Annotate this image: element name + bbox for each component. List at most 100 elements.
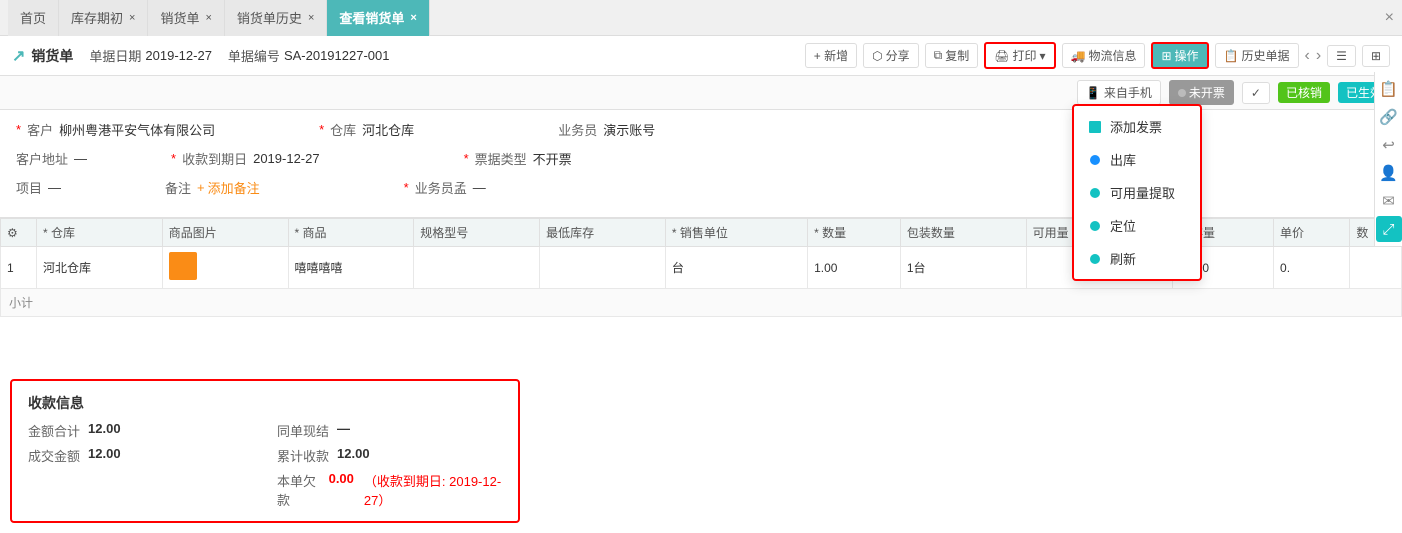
menu-available-extract-label: 可用量提取 [1110,183,1175,202]
tab-inventory-init[interactable]: 库存期初 × [59,0,148,36]
right-col: 同单现结 — 累计收款 12.00 本单欠款 0.00 （收款到期日: 2019… [277,421,502,509]
add-note-label: 添加备注 [208,178,260,197]
tab-home-label: 首页 [20,8,46,27]
transaction-row: 成交金额 12.00 [28,446,253,465]
notes-field: 备注 + 添加备注 [165,178,260,197]
form-date-label: 单据日期 [89,46,141,65]
not-open-dot [1178,89,1186,97]
sales-order-icon: ↗ [12,46,25,66]
address-field: 客户地址 — [16,149,87,168]
row-image [162,247,288,289]
menu-locate-label: 定位 [1110,216,1136,235]
menu-item-available-extract[interactable]: 可用量提取 [1074,176,1200,209]
tab-sales-close[interactable]: × [205,12,211,24]
tab-inventory-close[interactable]: × [129,12,135,24]
due-payment-note: （收款到期日: 2019-12-27） [364,471,502,509]
staff2-field: * 业务员孟 — [404,178,486,197]
tab-sales-order[interactable]: 销货单 × [148,0,224,36]
product-image [169,252,197,280]
subtotal-label: 小计 [1,289,1402,317]
customer-label: 客户 [27,120,53,139]
list-view-button[interactable]: ☰ [1327,45,1356,67]
due-date-value: 2019-12-27 [253,151,320,166]
content-area: ↗ 销货单 单据日期 2019-12-27 单据编号 SA-20191227-0… [0,36,1402,533]
print-button[interactable]: 🖨 打印 ▾ [984,42,1055,69]
due-payment-label: 本单欠款 [277,471,321,509]
print-dropdown-arrow: ▾ [1039,49,1045,63]
total-label: 金额合计 [28,421,80,440]
right-sidebar: 📋 🔗 ↩ 👤 ✉ ⤢ [1374,72,1402,246]
warehouse-label: 仓库 [330,120,356,139]
payment-title: 收款信息 [28,393,502,413]
total-value: 12.00 [88,421,121,440]
col-image: 商品图片 [162,219,288,247]
payment-info-box: 收款信息 金额合计 12.00 成交金额 12.00 同单现结 — [10,379,520,523]
from-phone-button[interactable]: 📱 来自手机 [1077,80,1161,105]
grid-view-button[interactable]: ⊞ [1362,45,1390,67]
history-button[interactable]: 📋 历史单据 [1215,43,1299,68]
sidebar-icon-expand[interactable]: ⤢ [1376,216,1402,242]
staff-value: 演示账号 [603,120,655,139]
form-title-area: ↗ 销货单 [12,46,73,66]
form-meta: 单据日期 2019-12-27 单据编号 SA-20191227-001 [89,46,389,65]
staff2-label: 业务员孟 [415,178,467,197]
row-pack-qty: 1台 [900,247,1026,289]
form-number-value: SA-20191227-001 [284,48,390,63]
menu-refresh-label: 刷新 [1110,249,1136,268]
warehouse-value: 河北仓库 [362,120,414,139]
add-invoice-icon [1088,120,1102,134]
ticket-field: * 票据类型 不开票 [464,149,572,168]
check1-button[interactable]: ✓ [1242,82,1270,104]
nav-next-icon[interactable]: › [1316,47,1321,65]
plus-icon: + [197,180,205,195]
tab-sales-label: 销货单 [160,8,199,27]
tab-home[interactable]: 首页 [8,0,59,36]
window-close-icon[interactable]: × [1385,9,1394,27]
form-number-field: 单据编号 SA-20191227-001 [228,46,390,65]
tab-view-label: 查看销货单 [339,8,404,27]
sidebar-icon-return[interactable]: ↩ [1376,132,1402,158]
copy-button[interactable]: ⧉ 复制 [925,43,979,68]
menu-item-refresh[interactable]: 刷新 [1074,242,1200,275]
row-spec [414,247,540,289]
same-order-row: 同单现结 — [277,421,502,440]
share-button[interactable]: ⬡ 分享 [863,43,919,68]
menu-item-out-warehouse[interactable]: 出库 [1074,143,1200,176]
sidebar-icon-mail[interactable]: ✉ [1376,188,1402,214]
menu-item-locate[interactable]: 定位 [1074,209,1200,242]
sidebar-icon-link[interactable]: 🔗 [1376,104,1402,130]
cumulative-row: 累计收款 12.00 [277,446,502,465]
due-date-field: * 收款到期日 2019-12-27 [171,149,320,168]
project-value: — [48,180,61,195]
operation-button[interactable]: ⊞ 操作 [1151,42,1208,69]
same-order-label: 同单现结 [277,421,329,440]
nav-prev-icon[interactable]: ‹ [1305,47,1310,65]
col-spec: 规格型号 [414,219,540,247]
share-icon: ⬡ [872,49,882,63]
not-open-button[interactable]: 未开票 [1169,80,1234,105]
row-min-stock [540,247,666,289]
staff-field: 业务员 演示账号 [558,120,655,139]
total-amount-row: 金额合计 12.00 [28,421,253,440]
form-date-value: 2019-12-27 [145,48,212,63]
sidebar-icon-user[interactable]: 👤 [1376,160,1402,186]
col-unit-price: 单价 [1274,219,1350,247]
tab-sales-history[interactable]: 销货单历史 × [225,0,327,36]
col-settings[interactable]: ⚙ [1,219,37,247]
row-amount [1350,247,1402,289]
history-icon: 📋 [1224,49,1239,63]
add-note-button[interactable]: + 添加备注 [197,178,260,197]
tab-view-sales[interactable]: 查看销货单 × [327,0,429,36]
transaction-label: 成交金额 [28,446,80,465]
tab-history-close[interactable]: × [308,12,314,24]
tab-view-close[interactable]: × [410,12,416,24]
new-button[interactable]: + 新增 [805,43,857,68]
total-row: 金额合计 12.00 成交金额 12.00 [28,421,253,509]
menu-out-warehouse-label: 出库 [1110,150,1136,169]
logistics-button[interactable]: 🚚 物流信息 [1062,43,1146,68]
sidebar-icon-doc[interactable]: 📋 [1376,76,1402,102]
col-pack-qty: 包装数量 [900,219,1026,247]
warehouse-field: * 仓库 河北仓库 [319,120,414,139]
tab-history-label: 销货单历史 [237,8,302,27]
menu-item-add-invoice[interactable]: 添加发票 [1074,110,1200,143]
